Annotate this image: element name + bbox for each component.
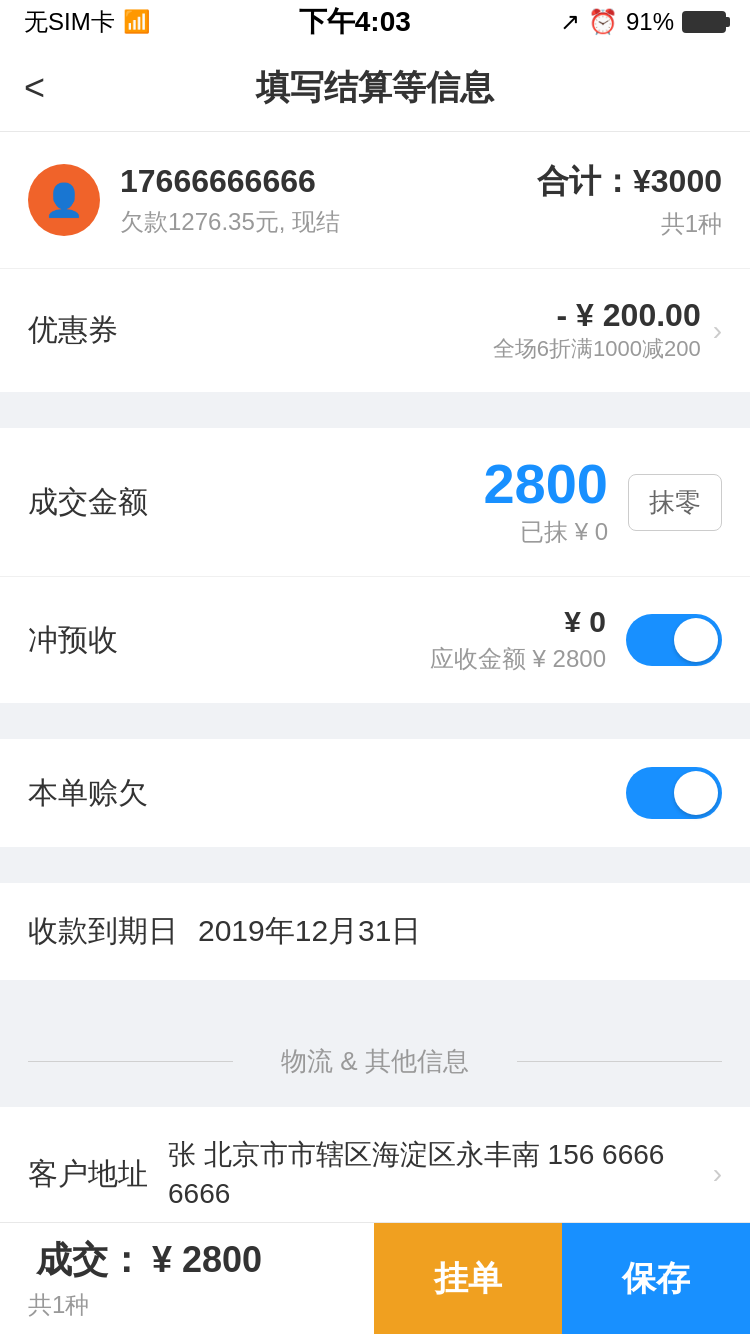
advance-amount-block: ¥ 0 应收金额 ¥ 2800 (430, 605, 606, 675)
total-amount: 合计：¥3000 (537, 160, 722, 204)
due-date-value: 2019年12月31日 (198, 911, 421, 952)
transaction-amount-right: 2800 已抹 ¥ 0 抹零 (483, 456, 722, 548)
coupon-row[interactable]: 优惠券 - ¥ 200.00 全场6折满1000减200 › (0, 268, 750, 392)
owe-toggle[interactable] (626, 767, 722, 819)
coupon-discount: - ¥ 200.00 (557, 297, 701, 334)
transaction-amount-row: 成交金额 2800 已抹 ¥ 0 抹零 (0, 428, 750, 577)
customer-debt: 欠款1276.35元, 现结 (120, 206, 340, 238)
page-title: 填写结算等信息 (256, 65, 494, 111)
nav-bar: < 填写结算等信息 (0, 44, 750, 132)
total-value: ¥3000 (633, 163, 722, 199)
alarm-icon: ⏰ (588, 8, 618, 36)
due-date-section: 收款到期日 2019年12月31日 (0, 883, 750, 980)
bottom-count: 共1种 (28, 1289, 346, 1321)
customer-section: 👤 17666666666 欠款1276.35元, 现结 合计：¥3000 共1… (0, 132, 750, 392)
section-divider-2 (0, 719, 750, 739)
address-content: 张 北京市市辖区海淀区永丰南 156 6666 6666 (168, 1135, 693, 1213)
transaction-already: 已抹 ¥ 0 (483, 516, 608, 548)
status-time: 下午4:03 (299, 3, 411, 41)
owe-section: 本单赊欠 (0, 739, 750, 847)
customer-left: 👤 17666666666 欠款1276.35元, 现结 (28, 163, 340, 238)
advance-label: 冲预收 (28, 620, 118, 661)
due-date-label: 收款到期日 (28, 911, 178, 952)
customer-total: 合计：¥3000 共1种 (537, 160, 722, 240)
advance-toggle[interactable] (626, 614, 722, 666)
advance-row: 冲预收 ¥ 0 应收金额 ¥ 2800 (0, 577, 750, 703)
location-icon: ↗ (560, 8, 580, 36)
round-zero-button[interactable]: 抹零 (628, 474, 722, 531)
logistics-line-left (28, 1061, 233, 1062)
wifi-icon: 📶 (123, 9, 150, 35)
address-chevron-icon: › (713, 1158, 722, 1190)
total-label: 合计： (537, 163, 633, 199)
coupon-right-block: - ¥ 200.00 全场6折满1000减200 (493, 297, 701, 364)
section-divider-4 (0, 996, 750, 1016)
logistics-header: 物流 & 其他信息 (0, 1016, 750, 1107)
logistics-line-right (517, 1061, 722, 1062)
transaction-amount-label: 成交金额 (28, 482, 148, 523)
advance-receivable: 应收金额 ¥ 2800 (430, 643, 606, 675)
owe-label: 本单赊欠 (28, 773, 148, 814)
bottom-trans-label: 成交： (36, 1239, 144, 1280)
carrier-label: 无SIM卡 (24, 6, 115, 38)
main-content: 👤 17666666666 欠款1276.35元, 现结 合计：¥3000 共1… (0, 132, 750, 1334)
coupon-detail: 全场6折满1000减200 (493, 334, 701, 364)
transaction-amount-value: 2800 (483, 456, 608, 512)
chevron-right-icon: › (713, 315, 722, 347)
due-date-row: 收款到期日 2019年12月31日 (0, 883, 750, 980)
bottom-trans-row: 成交：¥ 2800 (28, 1236, 346, 1285)
battery-label: 91% (626, 8, 674, 36)
section-divider-1 (0, 408, 750, 428)
save-button[interactable]: 保存 (562, 1223, 750, 1335)
customer-info: 17666666666 欠款1276.35元, 现结 (120, 163, 340, 238)
logistics-title: 物流 & 其他信息 (281, 1044, 469, 1079)
coupon-right: - ¥ 200.00 全场6折满1000减200 › (493, 297, 722, 364)
customer-phone: 17666666666 (120, 163, 340, 200)
bottom-info: 成交：¥ 2800 共1种 (0, 1236, 374, 1321)
section-divider-3 (0, 863, 750, 883)
hold-button[interactable]: 挂单 (374, 1223, 562, 1335)
status-right: ↗ ⏰ 91% (560, 8, 726, 36)
advance-right: ¥ 0 应收金额 ¥ 2800 (430, 605, 722, 675)
address-label: 客户地址 (28, 1154, 148, 1195)
bottom-trans-amount: ¥ 2800 (152, 1239, 262, 1280)
total-count: 共1种 (537, 208, 722, 240)
coupon-label: 优惠券 (28, 310, 118, 351)
status-bar: 无SIM卡 📶 下午4:03 ↗ ⏰ 91% (0, 0, 750, 44)
battery-icon (682, 11, 726, 33)
customer-row: 👤 17666666666 欠款1276.35元, 现结 合计：¥3000 共1… (0, 132, 750, 268)
status-left: 无SIM卡 📶 (24, 6, 150, 38)
avatar: 👤 (28, 164, 100, 236)
transaction-amount-block: 2800 已抹 ¥ 0 (483, 456, 608, 548)
transaction-section: 成交金额 2800 已抹 ¥ 0 抹零 冲预收 ¥ 0 应收金额 ¥ 2800 (0, 428, 750, 703)
advance-amount: ¥ 0 (430, 605, 606, 639)
bottom-bar: 成交：¥ 2800 共1种 挂单 保存 (0, 1222, 750, 1334)
owe-row: 本单赊欠 (0, 739, 750, 847)
back-button[interactable]: < (24, 67, 45, 109)
